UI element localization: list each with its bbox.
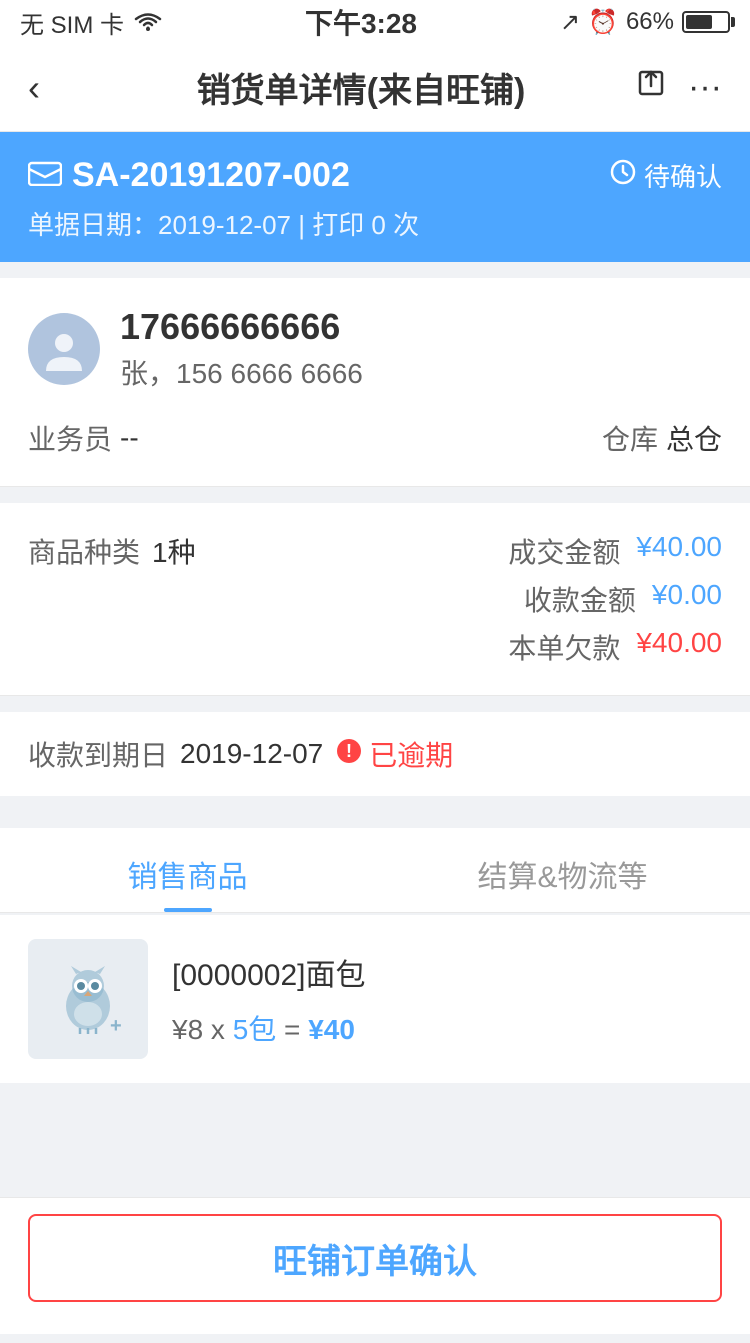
product-qty: 5包 [233, 1014, 277, 1045]
sales-rep: 业务员 -- [28, 418, 139, 458]
tab-sales-products[interactable]: 销售商品 [0, 828, 375, 912]
product-type-label: 商品种类 [28, 531, 140, 571]
amount-summary: 成交金额 ¥40.00 收款金额 ¥0.00 本单欠款 ¥40.00 [508, 531, 722, 667]
customer-card: 17666666666 张，156 6666 6666 业务员 -- 仓库 总仓 [0, 278, 750, 486]
warehouse: 仓库 总仓 [602, 418, 722, 458]
equals-text: = [276, 1014, 308, 1045]
status-badge: 待确认 [610, 157, 722, 194]
clock-icon [610, 159, 636, 192]
status-time: 下午3:28 [305, 2, 417, 42]
avatar [28, 313, 100, 385]
order-id: SA-20191207-002 [28, 156, 350, 195]
bottom-bar: 旺铺订单确认 [0, 1197, 750, 1334]
order-icon [28, 158, 62, 194]
deal-amount-value: ¥40.00 [636, 531, 722, 571]
collected-label: 收款金额 [524, 579, 636, 619]
product-card: + [0000002]面包 ¥8 x 5包 = ¥40 [0, 915, 750, 1083]
back-button[interactable]: ‹ [28, 67, 88, 109]
status-right: ↗ ⏰ 66% [560, 8, 730, 37]
more-icon[interactable]: ··· [688, 68, 722, 107]
no-sim-text: 无 SIM 卡 [20, 5, 124, 40]
product-type-value: 1种 [152, 531, 196, 571]
alarm-icon: ⏰ [588, 8, 618, 37]
overdue-date: 2019-12-07 [180, 738, 323, 770]
owed-label: 本单欠款 [508, 627, 620, 667]
share-icon[interactable] [634, 66, 668, 109]
svg-text:!: ! [346, 741, 352, 761]
status-bar: 无 SIM 卡 下午3:28 ↗ ⏰ 66% [0, 0, 750, 44]
location-icon: ↗ [560, 8, 580, 37]
battery-percent: 66% [626, 8, 674, 36]
deal-amount-label: 成交金额 [508, 531, 620, 571]
overdue-badge: ! 已逾期 [335, 734, 453, 774]
nav-bar: ‹ 销货单详情(来自旺铺) ··· [0, 44, 750, 132]
battery-icon [682, 11, 730, 33]
tabs: 销售商品 结算&物流等 [0, 828, 750, 913]
nav-actions: ··· [634, 66, 722, 109]
product-price: ¥8 x 5包 = ¥40 [172, 1008, 722, 1048]
svg-text:+: + [110, 1015, 122, 1034]
order-meta: 单据日期：2019-12-07 | 打印 0 次 [28, 205, 722, 242]
status-text: 待确认 [644, 157, 722, 194]
product-name: [0000002]面包 [172, 950, 722, 994]
alert-icon: ! [335, 737, 363, 772]
collected-value: ¥0.00 [652, 579, 722, 619]
product-info: [0000002]面包 ¥8 x 5包 = ¥40 [172, 950, 722, 1048]
overdue-label: 收款到期日 [28, 734, 168, 774]
page-title: 销货单详情(来自旺铺) [197, 63, 526, 112]
wifi-icon [134, 12, 162, 32]
status-left: 无 SIM 卡 [20, 5, 162, 40]
price-text: ¥8 x [172, 1014, 233, 1045]
header-card: SA-20191207-002 待确认 单据日期：2019-12-07 | 打印… [0, 132, 750, 262]
product-thumbnail: + [28, 939, 148, 1059]
customer-name: 张，156 6666 6666 [120, 352, 363, 392]
owed-value: ¥40.00 [636, 627, 722, 667]
overdue-card: 收款到期日 2019-12-07 ! 已逾期 [0, 712, 750, 796]
product-total: ¥40 [308, 1014, 355, 1045]
confirm-button[interactable]: 旺铺订单确认 [28, 1214, 722, 1302]
tab-settlement[interactable]: 结算&物流等 [375, 828, 750, 912]
summary-card: 商品种类 1种 成交金额 ¥40.00 收款金额 ¥0.00 本单欠款 ¥40.… [0, 503, 750, 695]
customer-phone: 17666666666 [120, 306, 363, 348]
